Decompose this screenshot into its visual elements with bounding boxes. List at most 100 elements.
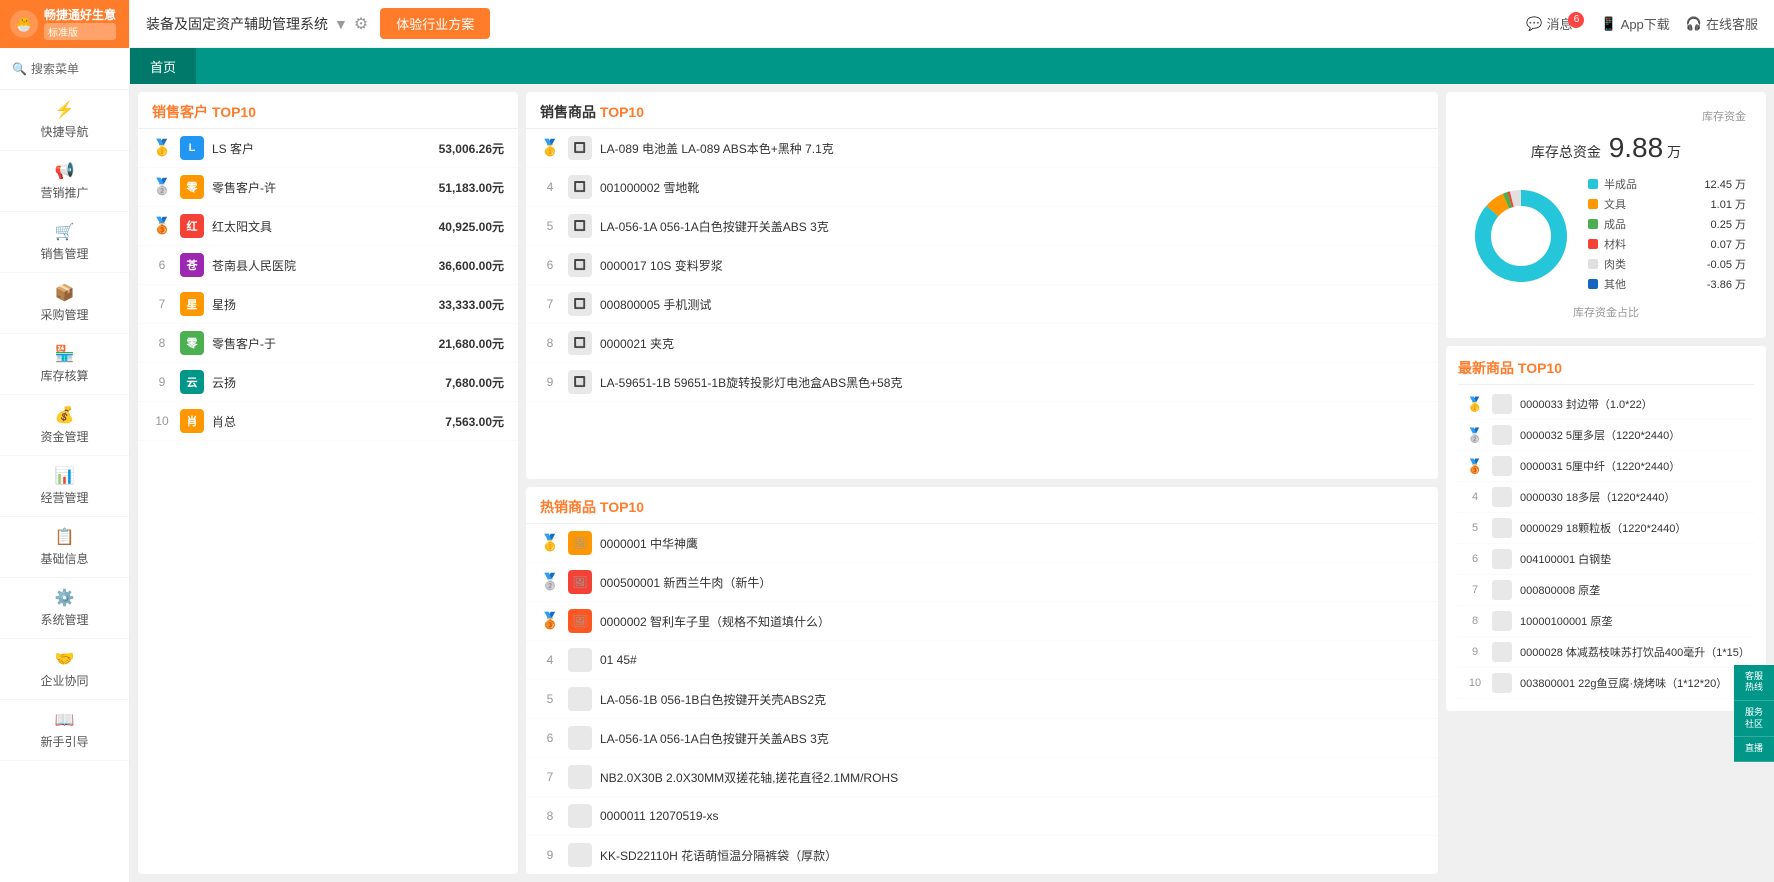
- product-icon: [568, 687, 592, 711]
- sidebar-item-marketing[interactable]: 📢 营销推广: [0, 151, 129, 212]
- product-icon: [568, 726, 592, 750]
- guide-label: 新手引导: [40, 733, 88, 750]
- product-name: LA-056-1A 056-1A白色按键开关盖ABS 3克: [600, 730, 1424, 747]
- sidebar-item-quick-nav[interactable]: ⚡ 快捷导航: [0, 90, 129, 151]
- product-name: 0000001 中华神鹰: [600, 535, 1424, 552]
- product-icon: [568, 765, 592, 789]
- sidebar-item-purchase[interactable]: 📦 采购管理: [0, 273, 129, 334]
- rank-badge: 7: [152, 297, 172, 311]
- product-name: NB2.0X30B 2.0X30MM双搓花轴,搓花直径2.1MM/ROHS: [600, 769, 1424, 786]
- list-item: 401 45#: [526, 641, 1438, 680]
- float-buttons: 客服热线 服务社区 直播: [1734, 665, 1774, 762]
- rank-badge: 🥈: [1466, 427, 1484, 444]
- list-item: 🥈🖼000500001 新西兰牛肉（新牛）: [526, 563, 1438, 602]
- sidebar-item-collab[interactable]: 🤝 企业协同: [0, 639, 129, 700]
- legend-value: 12.45 万: [1704, 176, 1746, 192]
- list-item: 9云云扬7,680.00元: [138, 363, 518, 402]
- rank-badge: 10: [1466, 677, 1484, 689]
- quick-nav-label: 快捷导航: [40, 123, 88, 140]
- list-item: 50000029 18颗粒板（1220*2440）: [1458, 513, 1754, 544]
- product-icon: 🖼: [568, 609, 592, 633]
- trial-button[interactable]: 体验行业方案: [380, 8, 490, 39]
- rank-badge: 4: [1466, 491, 1484, 503]
- list-item: 🥇0000033 封边带（1.0*22）: [1458, 389, 1754, 420]
- inventory-label: 库存核算: [40, 367, 88, 384]
- hot-products-list: 🥇🖼0000001 中华神鹰🥈🖼000500001 新西兰牛肉（新牛）🥉🖼000…: [526, 524, 1438, 874]
- product-name: 000500001 新西兰牛肉（新牛）: [600, 574, 1424, 591]
- system-title-group: 装备及固定资产辅助管理系统 ▼ ⚙: [146, 14, 368, 34]
- legend-dot: [1588, 199, 1598, 209]
- online-service-btn[interactable]: 🎧 在线客服: [1686, 14, 1758, 33]
- system-icon: ⚙️: [55, 588, 75, 608]
- list-item: 6🔲0000017 10S 变料罗浆: [526, 246, 1438, 285]
- sidebar-item-guide[interactable]: 📖 新手引导: [0, 700, 129, 761]
- rank-badge: 8: [540, 809, 560, 823]
- product-icon: 🔲: [568, 370, 592, 394]
- float-btn-service[interactable]: 客服热线: [1734, 665, 1774, 701]
- list-item: 7 000800008 原垄: [1458, 575, 1754, 606]
- sidebar-item-finance[interactable]: 💰 资金管理: [0, 395, 129, 456]
- list-item: 810000100001 原垄: [1458, 606, 1754, 637]
- product-icon: 🔲: [568, 292, 592, 316]
- product-name: 0000033 封边带（1.0*22）: [1520, 396, 1746, 412]
- float-btn-community[interactable]: 服务社区: [1734, 701, 1774, 737]
- list-item: 10003800001 22g鱼豆腐·烧烤味（1*12*20）: [1458, 668, 1754, 699]
- top-products-title: 销售商品 TOP10: [526, 92, 1438, 129]
- app-download-label: App下载: [1621, 14, 1670, 33]
- inventory-card-header: 库存资金: [1458, 104, 1754, 124]
- product-icon: 🔲: [568, 253, 592, 277]
- messages-btn[interactable]: 💬 消息 6: [1526, 14, 1584, 33]
- sidebar-item-sales[interactable]: 🛒 销售管理: [0, 212, 129, 273]
- sidebar-item-system[interactable]: ⚙️ 系统管理: [0, 578, 129, 639]
- newest-products-list: 🥇0000033 封边带（1.0*22）🥈0000032 5厘多层（1220*2…: [1458, 389, 1754, 699]
- dropdown-icon[interactable]: ▼: [334, 16, 348, 32]
- legend-value: 0.07 万: [1711, 236, 1746, 252]
- legend-label: 其他: [1604, 276, 1701, 292]
- rank-badge: 7: [1466, 584, 1484, 596]
- rank-badge: 🥇: [152, 138, 172, 158]
- list-item: 🥇🔲LA-089 电池盖 LA-089 ABS本色+黑种 7.1克: [526, 129, 1438, 168]
- product-icon: [1492, 518, 1512, 538]
- list-item: 40000030 18多层（1220*2440）: [1458, 482, 1754, 513]
- list-item: 🥉🖼0000002 智利车子里（规格不知道填什么）: [526, 602, 1438, 641]
- phone-icon: 📱: [1600, 16, 1616, 32]
- search-icon: 🔍: [12, 62, 27, 76]
- avatar: 红: [180, 214, 204, 238]
- inventory-card: 库存资金 库存总资金 9.88 万: [1446, 92, 1766, 338]
- product-name: 000800008 原垄: [1520, 582, 1746, 598]
- product-icon: [1492, 456, 1512, 476]
- product-icon: [1492, 394, 1512, 414]
- quick-nav-icon: ⚡: [55, 100, 75, 120]
- legend-label: 半成品: [1604, 176, 1698, 192]
- app-download-btn[interactable]: 📱 App下载: [1600, 14, 1669, 33]
- avatar: 零: [180, 175, 204, 199]
- list-item: 6苍苍南县人民医院36,600.00元: [138, 246, 518, 285]
- marketing-icon: 📢: [55, 161, 75, 181]
- sidebar-search-area[interactable]: 🔍 搜索菜单: [0, 48, 129, 90]
- rank-badge: 9: [540, 848, 560, 862]
- product-name: 0000029 18颗粒板（1220*2440）: [1520, 520, 1746, 536]
- list-item: 8零零售客户-于21,680.00元: [138, 324, 518, 363]
- inventory-legend: 半成品12.45 万文具1.01 万成品0.25 万材料0.07 万肉类-0.0…: [1588, 176, 1746, 296]
- collab-icon: 🤝: [55, 649, 75, 669]
- legend-label: 成品: [1604, 216, 1705, 232]
- legend-value: -3.86 万: [1707, 276, 1746, 292]
- product-icon: [1492, 673, 1512, 693]
- list-item: 90000028 体减荔枝味苏打饮品400毫升（1*15）: [1458, 637, 1754, 668]
- legend-value: 1.01 万: [1711, 196, 1746, 212]
- sidebar-item-operation[interactable]: 📊 经营管理: [0, 456, 129, 517]
- legend-label: 材料: [1604, 236, 1705, 252]
- rank-badge: 🥉: [1466, 458, 1484, 475]
- product-name: KK-SD22110H 花语萌恒温分隔裤袋（厚款）: [600, 847, 1424, 864]
- sidebar-item-basic[interactable]: 📋 基础信息: [0, 517, 129, 578]
- gear-icon[interactable]: ⚙: [354, 14, 368, 34]
- purchase-icon: 📦: [55, 283, 75, 303]
- list-item: 🥇LLS 客户53,006.26元: [138, 129, 518, 168]
- float-btn-live[interactable]: 直播: [1734, 737, 1774, 762]
- sidebar-nav: ⚡ 快捷导航 📢 营销推广 🛒 销售管理 📦 采购管理 🏪 库存核算 💰 资金管…: [0, 90, 129, 882]
- rank-badge: 6: [540, 731, 560, 745]
- tab-home[interactable]: 首页: [130, 48, 196, 84]
- search-menu-btn[interactable]: 🔍 搜索菜单: [8, 56, 121, 81]
- logo-icon: 🐣: [10, 10, 38, 38]
- sidebar-item-inventory[interactable]: 🏪 库存核算: [0, 334, 129, 395]
